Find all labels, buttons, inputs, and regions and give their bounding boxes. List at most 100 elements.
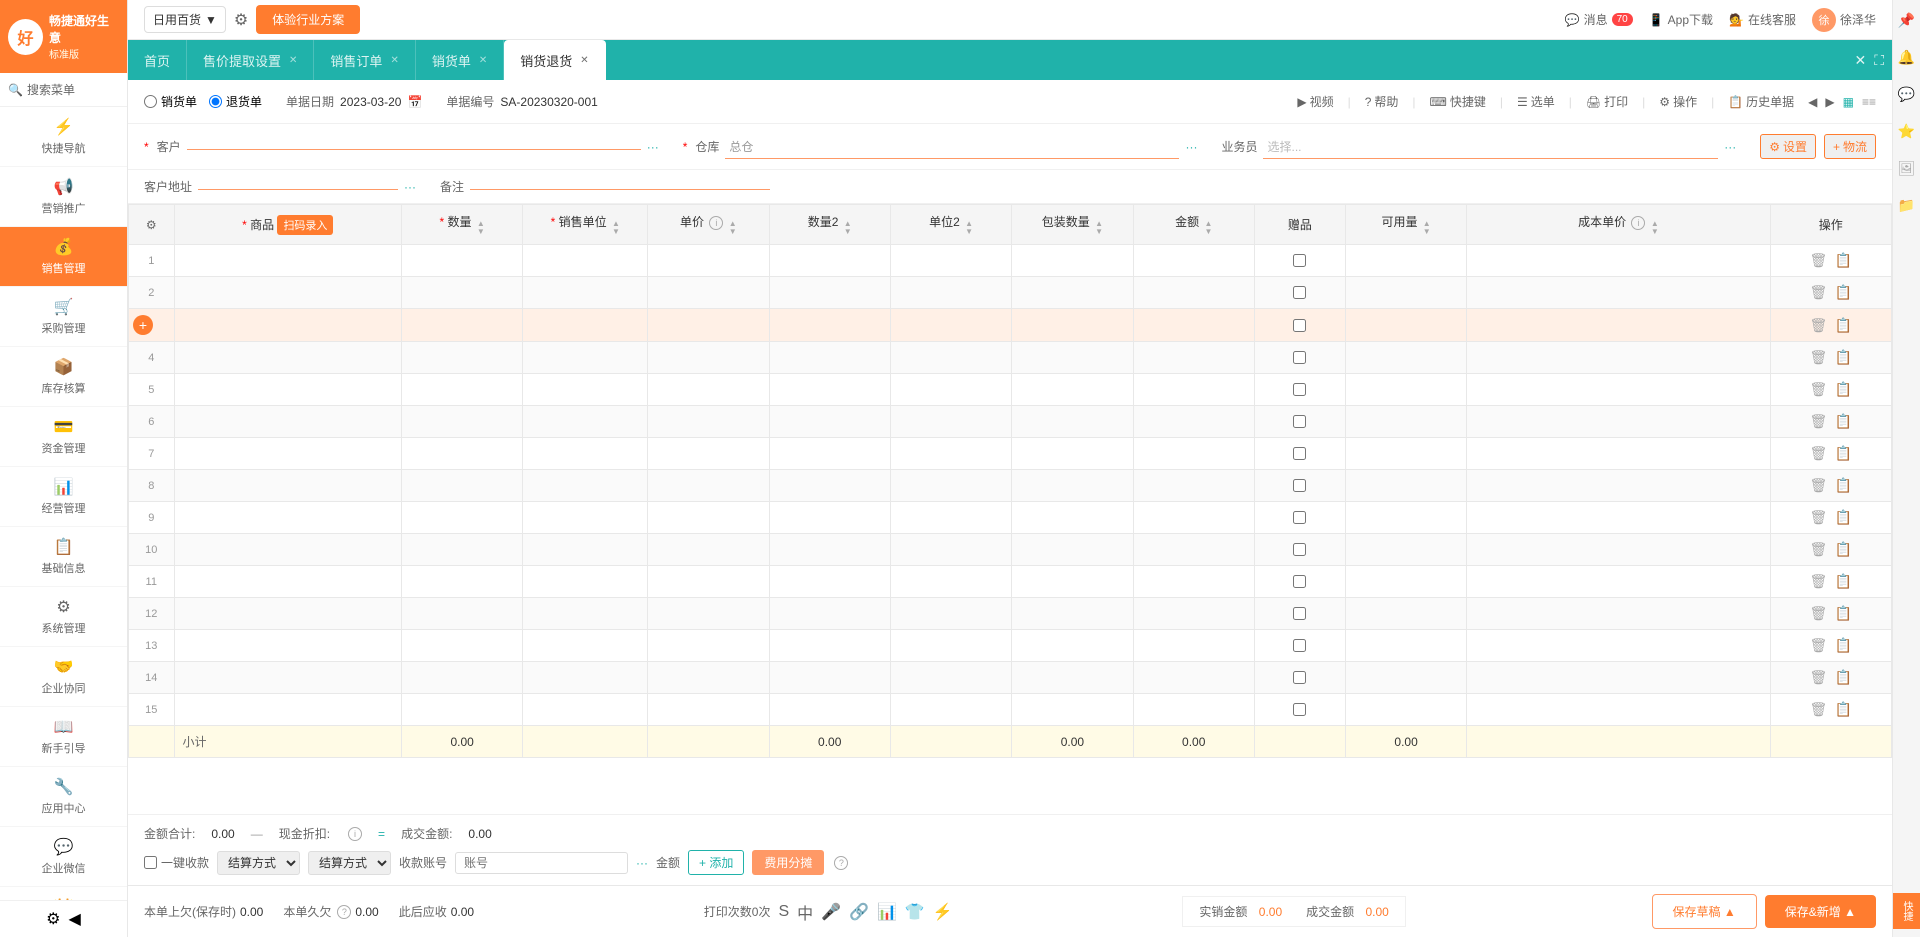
pack-qty-cell[interactable]	[1012, 598, 1133, 630]
shortcut-btn[interactable]: ⌨ 快捷键	[1424, 90, 1492, 113]
unit2-cell[interactable]	[890, 374, 1011, 406]
search-menu[interactable]: 🔍 搜索菜单	[0, 73, 127, 107]
cost-price-cell[interactable]	[1467, 598, 1770, 630]
cost-price-cell[interactable]	[1467, 694, 1770, 726]
right-icon-4[interactable]: ⭐	[1894, 119, 1919, 144]
pack-qty-cell[interactable]	[1012, 245, 1133, 277]
quantity-cell[interactable]	[402, 374, 523, 406]
tab-price-settings[interactable]: 售价提取设置 ✕	[187, 40, 314, 80]
copy-row-btn[interactable]: 📋	[1835, 541, 1852, 557]
delete-row-btn[interactable]: 🗑	[1810, 701, 1828, 717]
one-click-payment-label[interactable]: 一键收款	[144, 854, 209, 871]
cost-price-cell[interactable]	[1467, 309, 1770, 342]
quantity-cell[interactable]	[402, 470, 523, 502]
gift-checkbox[interactable]	[1293, 319, 1306, 332]
gift-checkbox[interactable]	[1293, 254, 1306, 267]
sales-unit-cell[interactable]	[523, 694, 648, 726]
delete-row-btn[interactable]: 🗑	[1810, 605, 1828, 621]
user-avatar[interactable]: 徐 徐泽华	[1812, 8, 1876, 32]
tab-close-price[interactable]: ✕	[289, 55, 297, 66]
pack-qty-cell[interactable]	[1012, 277, 1133, 309]
save-new-btn[interactable]: 保存&新增 ▲	[1765, 895, 1876, 928]
qty2-cell[interactable]	[769, 566, 890, 598]
close-tab-btn[interactable]: ✕	[1854, 52, 1866, 69]
sidebar-item-system[interactable]: ⚙ 系统管理	[0, 587, 127, 647]
cost-price-cell[interactable]	[1467, 342, 1770, 374]
product-cell[interactable]	[174, 534, 402, 566]
tool-icon-1[interactable]: S	[778, 903, 789, 921]
one-click-payment-checkbox[interactable]	[144, 856, 157, 869]
sales-unit-cell[interactable]	[523, 534, 648, 566]
product-cell[interactable]	[174, 374, 402, 406]
history-btn[interactable]: 📋 历史单据	[1722, 90, 1800, 113]
sales-unit-cell[interactable]	[523, 566, 648, 598]
amount-cell[interactable]	[1133, 630, 1254, 662]
qty2-cell[interactable]	[769, 406, 890, 438]
next-record-btn[interactable]: ▶	[1825, 95, 1834, 109]
sales-unit-cell[interactable]	[523, 277, 648, 309]
sidebar-item-inventory[interactable]: 📦 库存核算	[0, 347, 127, 407]
tab-close-return[interactable]: ✕	[580, 55, 588, 66]
quantity-cell[interactable]	[402, 245, 523, 277]
add-row-btn[interactable]: +	[133, 315, 153, 335]
quantity-cell[interactable]	[402, 502, 523, 534]
copy-row-btn[interactable]: 📋	[1835, 637, 1852, 653]
pack-qty-cell[interactable]	[1012, 662, 1133, 694]
sidebar-item-finance[interactable]: 💳 资金管理	[0, 407, 127, 467]
unit-price-cell[interactable]	[648, 534, 769, 566]
sidebar-item-management[interactable]: 📊 经营管理	[0, 467, 127, 527]
tab-return[interactable]: 销货退货 ✕	[504, 40, 605, 80]
table-gear-icon[interactable]: ⚙	[146, 218, 157, 232]
quantity-cell[interactable]	[402, 277, 523, 309]
delete-row-btn[interactable]: 🗑	[1810, 381, 1828, 397]
collapse-icon[interactable]: ◀	[69, 909, 81, 929]
online-service-item[interactable]: 💁 在线客服	[1729, 11, 1796, 28]
print-btn[interactable]: 🖨 打印	[1580, 90, 1634, 113]
gift-checkbox[interactable]	[1293, 543, 1306, 556]
quantity-cell[interactable]	[402, 534, 523, 566]
available-cell[interactable]	[1345, 502, 1466, 534]
tab-close-sales-order[interactable]: ✕	[390, 55, 398, 66]
right-icon-2[interactable]: 🔔	[1894, 45, 1919, 70]
quantity-cell[interactable]	[402, 598, 523, 630]
unit-price-cell[interactable]	[648, 566, 769, 598]
grid-view-btn[interactable]: ▦	[1843, 95, 1854, 109]
industry-select[interactable]: 日用百货 ▼	[144, 6, 226, 33]
available-cell[interactable]	[1345, 566, 1466, 598]
tab-sales-order[interactable]: 销售订单 ✕	[314, 40, 415, 80]
quantity-cell[interactable]	[402, 630, 523, 662]
sales-unit-cell[interactable]	[523, 630, 648, 662]
available-cell[interactable]	[1345, 630, 1466, 662]
tool-icon-6[interactable]: 👕	[905, 902, 925, 922]
available-cell[interactable]	[1345, 534, 1466, 566]
tool-icon-4[interactable]: 🔗	[849, 902, 869, 922]
account-input[interactable]	[455, 852, 628, 874]
amount-cell[interactable]	[1133, 598, 1254, 630]
pack-qty-cell[interactable]	[1012, 342, 1133, 374]
available-cell[interactable]	[1345, 342, 1466, 374]
qty2-cell[interactable]	[769, 470, 890, 502]
tool-icon-7[interactable]: ⚡	[933, 902, 953, 922]
unit-price-cell[interactable]	[648, 406, 769, 438]
gift-checkbox[interactable]	[1293, 575, 1306, 588]
unit-price-cell[interactable]	[648, 502, 769, 534]
product-cell[interactable]	[174, 342, 402, 374]
amount-cell[interactable]	[1133, 694, 1254, 726]
copy-row-btn[interactable]: 📋	[1835, 317, 1852, 333]
salesperson-select-btn[interactable]: ···	[1724, 140, 1736, 154]
product-input[interactable]	[179, 318, 398, 333]
sidebar-item-member[interactable]: 👑 畅会员	[0, 887, 127, 900]
video-btn[interactable]: ▶ 视频	[1291, 90, 1339, 113]
qty2-cell[interactable]	[769, 374, 890, 406]
right-orange-panel[interactable]: 快捷	[1893, 893, 1920, 929]
quantity-cell[interactable]	[402, 694, 523, 726]
product-cell[interactable]	[174, 662, 402, 694]
right-icon-6[interactable]: 📁	[1894, 193, 1919, 218]
list-view-btn[interactable]: ≡≡	[1862, 95, 1876, 109]
pack-qty-cell[interactable]	[1012, 630, 1133, 662]
available-cell[interactable]	[1345, 406, 1466, 438]
sales-unit-cell[interactable]	[523, 245, 648, 277]
product-cell[interactable]	[174, 470, 402, 502]
copy-row-btn[interactable]: 📋	[1835, 605, 1852, 621]
pack-qty-cell[interactable]	[1012, 309, 1133, 342]
